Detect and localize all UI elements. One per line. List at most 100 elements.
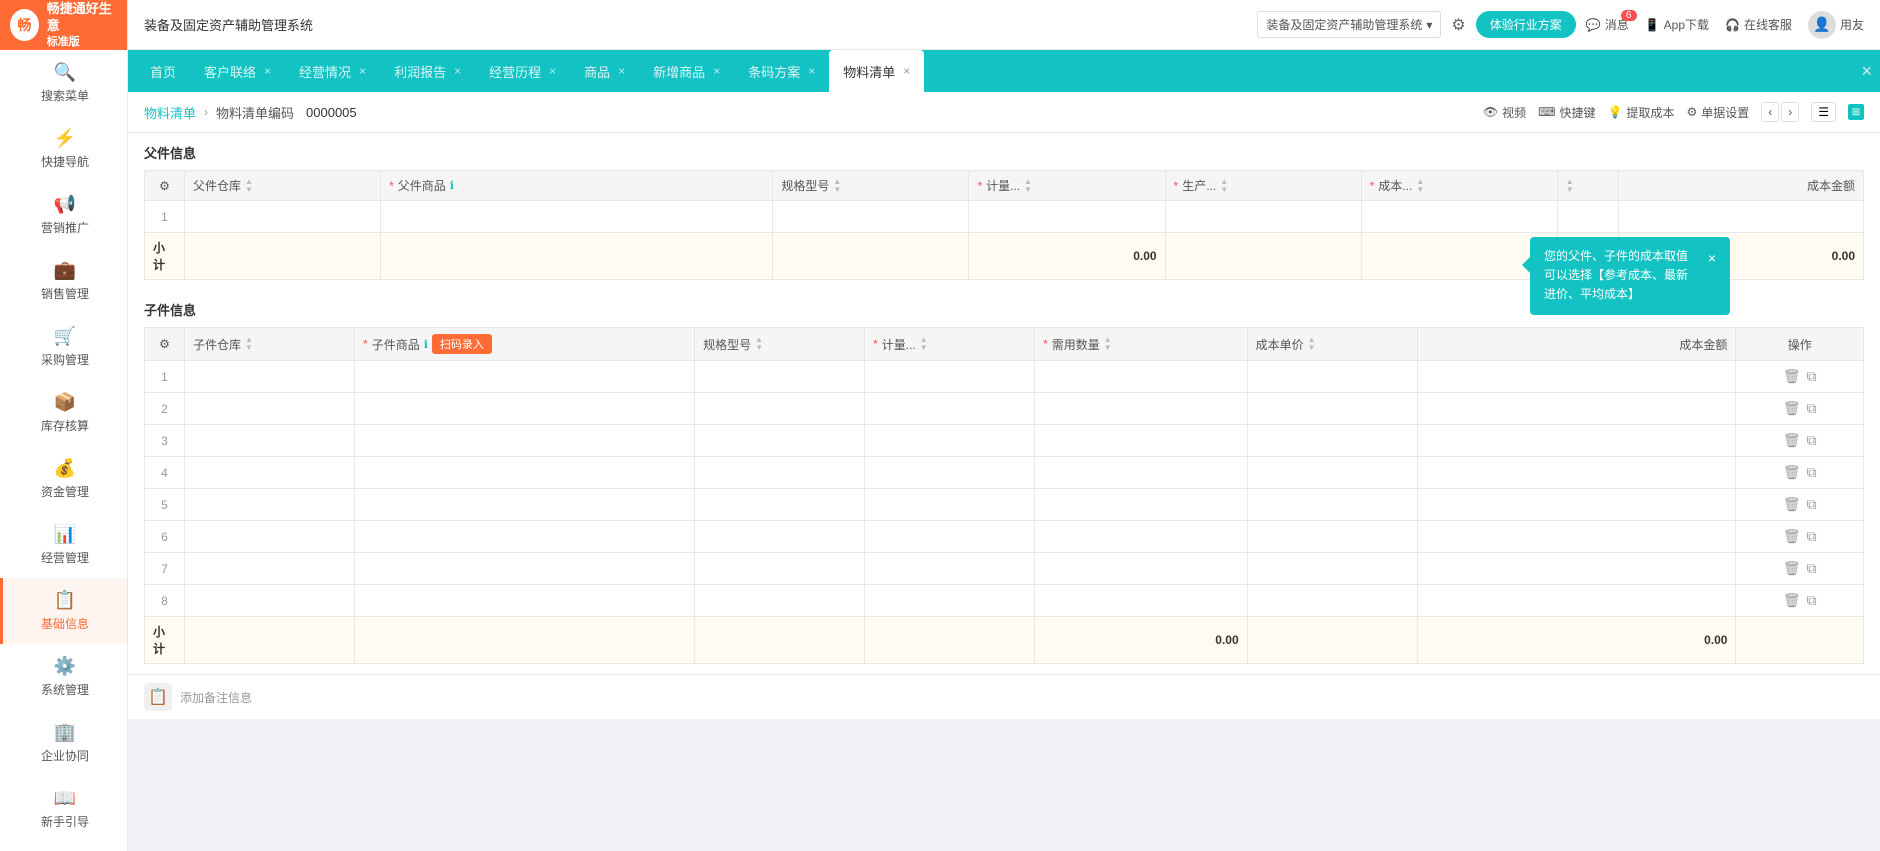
child-row-2-delete-icon[interactable]: 🗑 <box>1783 400 1801 417</box>
child-row-6-spec[interactable] <box>695 521 865 553</box>
child-row-5-unit-cost[interactable] <box>1247 489 1417 521</box>
tab-profit-report-close[interactable]: × <box>454 64 461 78</box>
sidebar-item-guide[interactable]: 📖 新手引导 <box>0 776 127 842</box>
child-row-3-delete-icon[interactable]: 🗑 <box>1783 432 1801 449</box>
tab-add-goods[interactable]: 新增商品 × <box>639 50 734 92</box>
sidebar-item-finance[interactable]: 💰 资金管理 <box>0 446 127 512</box>
sidebar-item-purchase[interactable]: 🛒 采购管理 <box>0 314 127 380</box>
sidebar-item-basic-info[interactable]: 📋 基础信息 <box>0 578 127 644</box>
next-arrow[interactable]: › <box>1781 102 1799 122</box>
system-dropdown[interactable]: 装备及固定资产辅助管理系统 ▾ <box>1257 11 1441 38</box>
sidebar-item-inventory[interactable]: 📦 库存核算 <box>0 380 127 446</box>
child-row-6-warehouse[interactable] <box>185 521 355 553</box>
tab-operation-status-close[interactable]: × <box>359 64 366 78</box>
tab-barcode-close[interactable]: × <box>808 64 815 78</box>
single-settings-action[interactable]: ⚙ 单据设置 <box>1686 104 1749 121</box>
tab-add-goods-close[interactable]: × <box>713 64 720 78</box>
child-row-2-unit-cost[interactable] <box>1247 393 1417 425</box>
child-row-5-product[interactable] <box>355 489 695 521</box>
child-row-4-qty[interactable] <box>1035 457 1248 489</box>
child-row-3-unit-cost[interactable] <box>1247 425 1417 457</box>
child-row-4-unit[interactable] <box>865 457 1035 489</box>
child-row-1-unit[interactable] <box>865 361 1035 393</box>
tab-customer[interactable]: 客户联络 × <box>190 50 285 92</box>
child-row-8-spec[interactable] <box>695 585 865 617</box>
child-row-6-copy-icon[interactable]: ⧉ <box>1807 528 1817 545</box>
child-row-2-spec[interactable] <box>695 393 865 425</box>
sidebar-item-marketing[interactable]: 📢 营销推广 <box>0 182 127 248</box>
child-row-3-product[interactable] <box>355 425 695 457</box>
child-row-4-spec[interactable] <box>695 457 865 489</box>
child-row-4-delete-icon[interactable]: 🗑 <box>1783 464 1801 481</box>
parent-row-1-spec[interactable] <box>773 201 969 233</box>
sidebar-item-system[interactable]: ⚙️ 系统管理 <box>0 644 127 710</box>
child-row-8-delete-icon[interactable]: 🗑 <box>1783 592 1801 609</box>
parent-row-1-cost[interactable] <box>1361 201 1557 233</box>
child-row-6-product[interactable] <box>355 521 695 553</box>
extract-cost-action[interactable]: 💡 提取成本 <box>1607 104 1674 121</box>
child-row-1-spec[interactable] <box>695 361 865 393</box>
parent-row-1-unit[interactable] <box>969 201 1165 233</box>
parent-row-1-product[interactable] <box>381 201 773 233</box>
app-download-button[interactable]: 📱 App下载 <box>1645 16 1709 33</box>
user-avatar-button[interactable]: 👤 用友 <box>1808 11 1864 39</box>
child-row-1-unit-cost[interactable] <box>1247 361 1417 393</box>
parent-row-1-production[interactable] <box>1165 201 1361 233</box>
tab-home[interactable]: 首页 <box>136 50 190 92</box>
child-row-2-qty[interactable] <box>1035 393 1248 425</box>
view-action[interactable]: 👁 视频 <box>1483 104 1526 121</box>
child-row-2-unit[interactable] <box>865 393 1035 425</box>
child-row-5-qty[interactable] <box>1035 489 1248 521</box>
expand-button[interactable]: ⊞ <box>1848 104 1864 120</box>
child-row-1-warehouse[interactable] <box>185 361 355 393</box>
tab-goods-close[interactable]: × <box>618 64 625 78</box>
tab-bom-close[interactable]: × <box>903 64 910 78</box>
child-row-2-copy-icon[interactable]: ⧉ <box>1807 400 1817 417</box>
child-row-8-unit[interactable] <box>865 585 1035 617</box>
child-row-8-unit-cost[interactable] <box>1247 585 1417 617</box>
menu-button[interactable]: ☰ <box>1811 102 1836 122</box>
child-row-6-unit[interactable] <box>865 521 1035 553</box>
sidebar-item-sales[interactable]: 💼 销售管理 <box>0 248 127 314</box>
child-row-7-product[interactable] <box>355 553 695 585</box>
child-row-3-qty[interactable] <box>1035 425 1248 457</box>
child-product-help[interactable]: ℹ <box>424 338 428 351</box>
sidebar-item-enterprise[interactable]: 🏢 企业协同 <box>0 710 127 776</box>
child-row-7-spec[interactable] <box>695 553 865 585</box>
child-row-8-copy-icon[interactable]: ⧉ <box>1807 592 1817 609</box>
child-row-2-product[interactable] <box>355 393 695 425</box>
child-row-6-unit-cost[interactable] <box>1247 521 1417 553</box>
shortcut-action[interactable]: ⌨ 快捷键 <box>1538 104 1595 121</box>
parent-product-help[interactable]: ℹ <box>450 179 454 192</box>
child-row-3-unit[interactable] <box>865 425 1035 457</box>
child-row-3-copy-icon[interactable]: ⧉ <box>1807 432 1817 449</box>
tab-operation-history-close[interactable]: × <box>549 64 556 78</box>
child-row-7-unit-cost[interactable] <box>1247 553 1417 585</box>
tooltip-close-button[interactable]: × <box>1708 247 1716 269</box>
tab-barcode[interactable]: 条码方案 × <box>734 50 829 92</box>
child-row-5-warehouse[interactable] <box>185 489 355 521</box>
child-row-3-warehouse[interactable] <box>185 425 355 457</box>
child-row-2-warehouse[interactable] <box>185 393 355 425</box>
child-row-7-unit[interactable] <box>865 553 1035 585</box>
child-row-1-qty[interactable] <box>1035 361 1248 393</box>
tab-goods[interactable]: 商品 × <box>570 50 639 92</box>
parent-row-1-warehouse[interactable] <box>185 201 381 233</box>
child-row-4-warehouse[interactable] <box>185 457 355 489</box>
sidebar-item-search[interactable]: 🔍 搜索菜单 <box>0 50 127 116</box>
sidebar-item-operation[interactable]: 📊 经营管理 <box>0 512 127 578</box>
child-row-3-spec[interactable] <box>695 425 865 457</box>
child-row-5-copy-icon[interactable]: ⧉ <box>1807 496 1817 513</box>
child-row-1-copy-icon[interactable]: ⧉ <box>1807 368 1817 385</box>
sidebar-item-quick-nav[interactable]: ⚡ 快捷导航 <box>0 116 127 182</box>
message-button[interactable]: 💬 消息 6 <box>1586 16 1629 33</box>
child-row-4-unit-cost[interactable] <box>1247 457 1417 489</box>
child-row-6-qty[interactable] <box>1035 521 1248 553</box>
child-row-5-spec[interactable] <box>695 489 865 521</box>
tab-operation-history[interactable]: 经营历程 × <box>475 50 570 92</box>
child-row-1-delete-icon[interactable]: 🗑 <box>1783 368 1801 385</box>
settings-icon[interactable]: ⚙ <box>1451 15 1465 35</box>
prev-arrow[interactable]: ‹ <box>1761 102 1779 122</box>
bottom-bar-icon[interactable]: 📋 <box>144 683 172 711</box>
child-row-7-delete-icon[interactable]: 🗑 <box>1783 560 1801 577</box>
